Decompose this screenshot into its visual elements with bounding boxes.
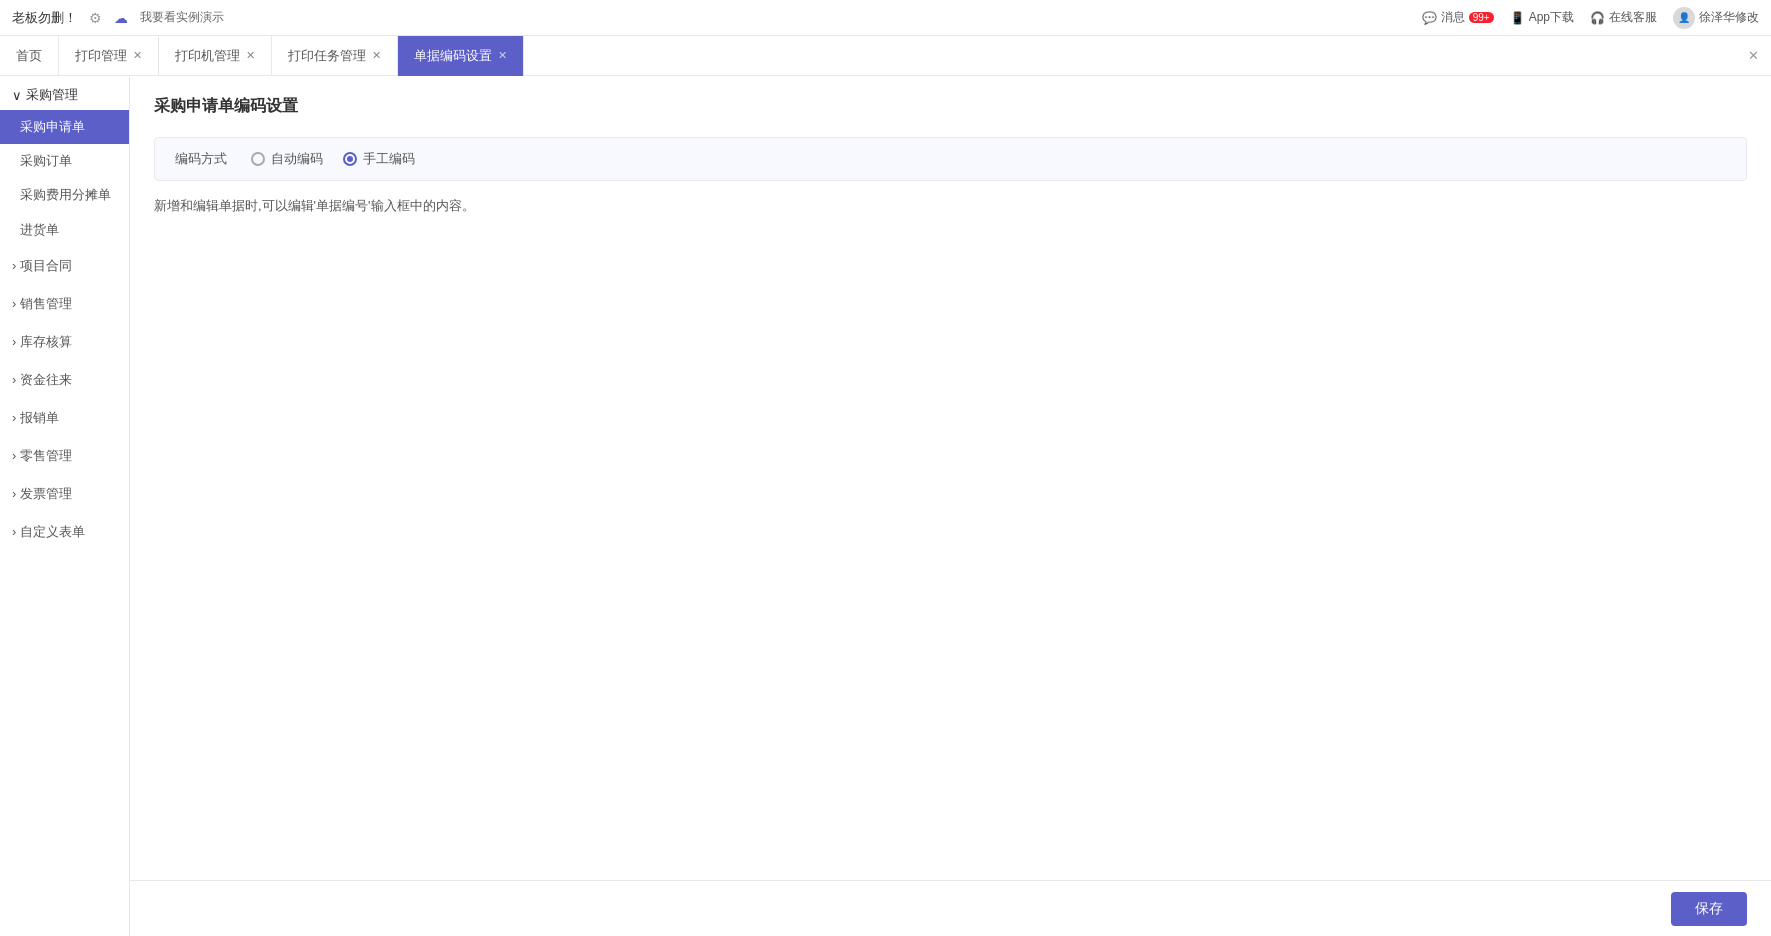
app-download-label: App下载 [1529,9,1574,26]
sidebar-group-inventory-label: 库存核算 [20,333,72,351]
cloud-icon: ☁ [114,10,128,26]
tab-bar: 首页 打印管理 ✕ 打印机管理 ✕ 打印任务管理 ✕ 单据编码设置 ✕ ✕ [0,36,1771,76]
tab-single-code[interactable]: 单据编码设置 ✕ [398,36,524,76]
top-bar-left: 老板勿删！ ⚙ ☁ 我要看实例演示 [12,9,224,27]
sidebar-group-returns[interactable]: › 报销单 [0,399,129,437]
sidebar-group-custom-forms[interactable]: › 自定义表单 [0,513,129,551]
sidebar-group-project-contract-label: 项目合同 [20,257,72,275]
top-bar: 老板勿删！ ⚙ ☁ 我要看实例演示 💬 消息 99+ 📱 App下载 🎧 在线客… [0,0,1771,36]
message-button[interactable]: 💬 消息 99+ [1422,9,1494,26]
sidebar-group-sales[interactable]: › 销售管理 [0,285,129,323]
encoding-label: 编码方式 [175,150,227,168]
demo-text: 我要看实例演示 [140,9,224,26]
app-download-button[interactable]: 📱 App下载 [1510,9,1574,26]
radio-auto[interactable]: 自动编码 [251,150,323,168]
radio-manual[interactable]: 手工编码 [343,150,415,168]
sidebar-item-purchase-request-label: 采购申请单 [20,119,85,134]
sidebar-group-retail-arrow: › [12,448,16,463]
sidebar-item-purchase-request[interactable]: 采购申请单 [0,110,129,144]
tab-home-label: 首页 [16,47,42,65]
sidebar-item-purchase-order-label: 采购订单 [20,153,72,168]
sidebar-item-stock-in[interactable]: 进货单 [0,213,129,247]
message-badge: 99+ [1469,12,1494,23]
sidebar-group-sales-arrow: › [12,296,16,311]
avatar: 👤 [1673,7,1695,29]
hint-text: 新增和编辑单据时,可以编辑'单据编号'输入框中的内容。 [154,197,1747,215]
tab-home[interactable]: 首页 [0,36,59,76]
sidebar-group-invoice[interactable]: › 发票管理 [0,475,129,513]
sidebar-group-returns-label: 报销单 [20,409,59,427]
online-service-label: 在线客服 [1609,9,1657,26]
user-name: 徐泽华修改 [1699,9,1759,26]
tab-print-mgmt-label: 打印管理 [75,47,127,65]
sidebar-item-purchase-expense[interactable]: 采购费用分摊单 [0,178,129,212]
sidebar-group-invoice-label: 发票管理 [20,485,72,503]
radio-manual-circle [343,152,357,166]
tab-printer-mgmt-label: 打印机管理 [175,47,240,65]
sidebar-item-stock-in-label: 进货单 [20,222,59,237]
sidebar-item-purchase-order[interactable]: 采购订单 [0,144,129,178]
save-button[interactable]: 保存 [1671,892,1747,926]
sidebar-group-custom-forms-arrow: › [12,524,16,539]
app-title: 老板勿删！ [12,9,77,27]
online-service-button[interactable]: 🎧 在线客服 [1590,9,1657,26]
sidebar-group-sales-label: 销售管理 [20,295,72,313]
sidebar-group-invoice-arrow: › [12,486,16,501]
sidebar: ∨ 采购管理 采购申请单 采购订单 采购费用分摊单 进货单 › 项目合同 › 销… [0,76,130,936]
tab-print-task-label: 打印任务管理 [288,47,366,65]
content-inner: 采购申请单编码设置 编码方式 自动编码 手工编码 新增和编辑单据时,可以编辑'单… [130,76,1771,880]
sidebar-group-custom-forms-label: 自定义表单 [20,523,85,541]
sidebar-group-project-contract-arrow: › [12,258,16,273]
settings-icon[interactable]: ⚙ [89,10,102,26]
user-menu[interactable]: 👤 徐泽华修改 [1673,7,1759,29]
page-title: 采购申请单编码设置 [154,96,1747,117]
sidebar-group-retail-label: 零售管理 [20,447,72,465]
tab-print-mgmt[interactable]: 打印管理 ✕ [59,36,159,76]
tab-single-code-close[interactable]: ✕ [498,49,507,62]
content-area: 采购申请单编码设置 编码方式 自动编码 手工编码 新增和编辑单据时,可以编辑'单… [130,76,1771,936]
radio-auto-circle [251,152,265,166]
message-icon: 💬 [1422,11,1437,25]
sidebar-group-purchase[interactable]: ∨ 采购管理 [0,76,129,110]
demo-link[interactable]: 我要看实例演示 [140,9,224,26]
encoding-section: 编码方式 自动编码 手工编码 [154,137,1747,181]
app-icon: 📱 [1510,11,1525,25]
close-all-tabs[interactable]: ✕ [1736,48,1771,63]
footer-bar: 保存 [130,880,1771,936]
tab-printer-mgmt[interactable]: 打印机管理 ✕ [159,36,272,76]
sidebar-group-inventory[interactable]: › 库存核算 [0,323,129,361]
radio-group: 自动编码 手工编码 [251,150,415,168]
sidebar-group-purchase-arrow: ∨ [12,88,22,103]
sidebar-group-project-contract[interactable]: › 项目合同 [0,247,129,285]
sidebar-group-inventory-arrow: › [12,334,16,349]
sidebar-group-retail[interactable]: › 零售管理 [0,437,129,475]
sidebar-group-capital[interactable]: › 资金往来 [0,361,129,399]
radio-manual-label: 手工编码 [363,150,415,168]
sidebar-group-capital-label: 资金往来 [20,371,72,389]
sidebar-group-returns-arrow: › [12,410,16,425]
tab-print-task-close[interactable]: ✕ [372,49,381,62]
main-layout: ∨ 采购管理 采购申请单 采购订单 采购费用分摊单 进货单 › 项目合同 › 销… [0,76,1771,936]
message-label: 消息 [1441,9,1465,26]
tab-single-code-label: 单据编码设置 [414,47,492,65]
tab-printer-mgmt-close[interactable]: ✕ [246,49,255,62]
sidebar-item-purchase-expense-label: 采购费用分摊单 [20,187,111,202]
sidebar-group-purchase-label: 采购管理 [26,86,78,104]
tab-print-task[interactable]: 打印任务管理 ✕ [272,36,398,76]
radio-auto-label: 自动编码 [271,150,323,168]
sidebar-group-capital-arrow: › [12,372,16,387]
headset-icon: 🎧 [1590,11,1605,25]
tab-print-mgmt-close[interactable]: ✕ [133,49,142,62]
top-bar-right: 💬 消息 99+ 📱 App下载 🎧 在线客服 👤 徐泽华修改 [1422,7,1759,29]
